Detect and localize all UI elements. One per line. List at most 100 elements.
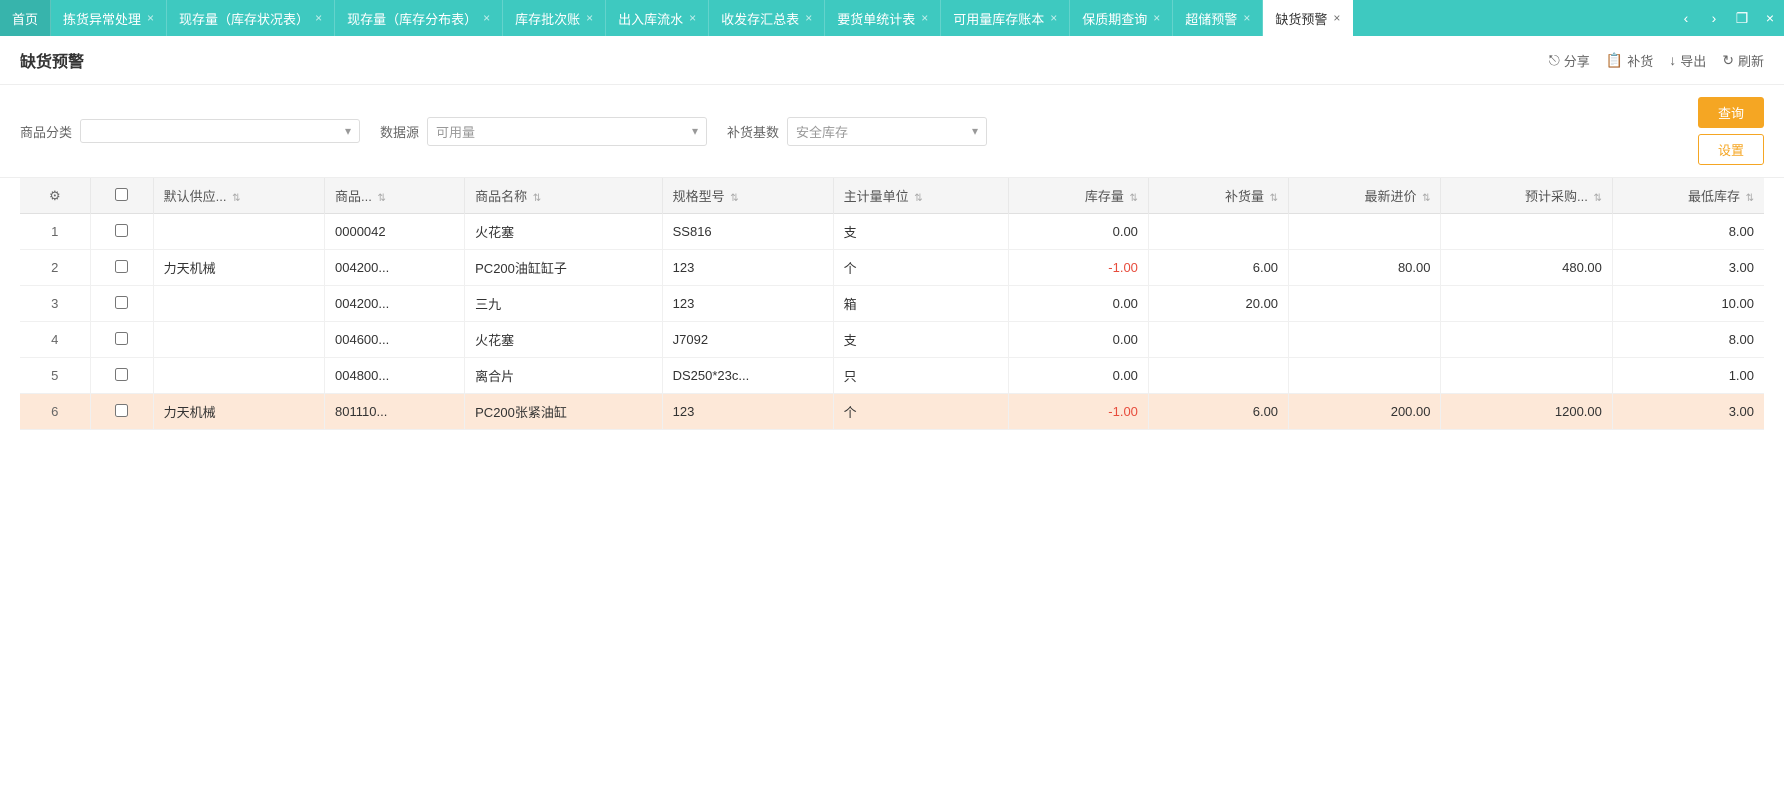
row-checkbox[interactable]: [115, 368, 128, 381]
row-checkbox[interactable]: [115, 296, 128, 309]
cell-min-stock: 8.00: [1612, 214, 1764, 250]
th-stock-label: 库存量: [1085, 189, 1124, 204]
tab-close-order-stat[interactable]: ×: [921, 11, 928, 25]
tab-item-order-stat[interactable]: 要货单统计表 ×: [825, 0, 941, 36]
th-unit[interactable]: 主计量单位 ⇅: [833, 178, 1008, 214]
cell-name: PC200油缸缸子: [465, 250, 662, 286]
th-checkbox[interactable]: [90, 178, 153, 214]
cell-stock: 0.00: [1008, 322, 1148, 358]
category-select[interactable]: ▾: [80, 119, 360, 143]
th-est-purchase-label: 预计采购...: [1525, 189, 1588, 204]
tab-close-abnormal[interactable]: ×: [147, 11, 154, 25]
replenish-icon: 📋: [1606, 52, 1623, 69]
refresh-icon: ↻: [1722, 52, 1734, 69]
tab-label-order-stat: 要货单统计表: [837, 9, 915, 28]
cell-stock: -1.00: [1008, 394, 1148, 430]
cell-num: 1: [20, 214, 90, 250]
cell-min-stock: 8.00: [1612, 322, 1764, 358]
tab-scroll-left[interactable]: ‹: [1672, 0, 1700, 36]
cell-checkbox[interactable]: [90, 250, 153, 286]
cell-num: 5: [20, 358, 90, 394]
tab-close-shortage[interactable]: ×: [1333, 11, 1340, 25]
tab-item-overstock[interactable]: 超储预警×: [1173, 0, 1263, 36]
tab-label-available-ledger: 可用量库存账本: [953, 9, 1044, 28]
cell-supplier: [153, 358, 324, 394]
share-label: 分享: [1564, 51, 1590, 70]
th-latest-price[interactable]: 最新进价 ⇅: [1289, 178, 1441, 214]
datasource-select[interactable]: 可用量 ▾: [427, 117, 707, 146]
tab-close-expiry[interactable]: ×: [1153, 11, 1160, 25]
table-row: 4004600...火花塞J7092支0.008.00: [20, 322, 1764, 358]
th-code-label: 商品...: [335, 189, 372, 204]
row-checkbox[interactable]: [115, 260, 128, 273]
cell-name: 火花塞: [465, 322, 662, 358]
tab-item-shortage[interactable]: 缺货预警×: [1263, 0, 1353, 36]
th-min-stock[interactable]: 最低库存 ⇅: [1612, 178, 1764, 214]
row-checkbox[interactable]: [115, 404, 128, 417]
tab-scroll-right[interactable]: ›: [1700, 0, 1728, 36]
datasource-dropdown-icon: ▾: [692, 124, 698, 138]
window-close-btn[interactable]: ×: [1756, 0, 1784, 36]
query-button[interactable]: 查询: [1698, 97, 1764, 128]
row-checkbox[interactable]: [115, 224, 128, 237]
cell-supplier: 力天机械: [153, 394, 324, 430]
tab-item-home[interactable]: 首页: [0, 0, 51, 36]
cell-min-stock: 3.00: [1612, 394, 1764, 430]
cell-stock: 0.00: [1008, 286, 1148, 322]
th-code[interactable]: 商品... ⇅: [325, 178, 465, 214]
filter-bar: 商品分类 ▾ 数据源 可用量 ▾ 补货基数 安全库存 ▾ 查询: [0, 85, 1784, 178]
cell-checkbox[interactable]: [90, 394, 153, 430]
cell-code: 004800...: [325, 358, 465, 394]
gear-icon: ⚙: [49, 188, 61, 203]
tab-close-receive-summary[interactable]: ×: [805, 11, 812, 25]
tab-item-available-ledger[interactable]: 可用量库存账本 ×: [941, 0, 1070, 36]
th-code-sort-icon: ⇅: [377, 193, 385, 204]
cell-est-purchase: [1441, 358, 1612, 394]
page-title: 缺货预警: [20, 48, 1549, 72]
tab-item-abnormal[interactable]: 拣货异常处理 ×: [51, 0, 167, 36]
cell-name: 三九: [465, 286, 662, 322]
cell-checkbox[interactable]: [90, 358, 153, 394]
datasource-select-value: 可用量: [436, 122, 475, 141]
cell-unit: 支: [833, 322, 1008, 358]
th-replenish[interactable]: 补货量 ⇅: [1148, 178, 1288, 214]
th-name[interactable]: 商品名称 ⇅: [465, 178, 662, 214]
th-spec[interactable]: 规格型号 ⇅: [662, 178, 833, 214]
share-action[interactable]: ⎋ 分享: [1549, 51, 1590, 70]
tab-item-expiry[interactable]: 保质期查询×: [1070, 0, 1173, 36]
tab-close-overstock[interactable]: ×: [1243, 11, 1250, 25]
tab-item-receive-summary[interactable]: 收发存汇总表×: [709, 0, 825, 36]
tab-item-inout-flow[interactable]: 出入库流水×: [606, 0, 709, 36]
tab-item-stock-dist[interactable]: 现存量（库存分布表）×: [335, 0, 503, 36]
replenish-base-select[interactable]: 安全库存 ▾: [787, 117, 987, 146]
th-gear[interactable]: ⚙: [20, 178, 90, 214]
th-supplier[interactable]: 默认供应... ⇅: [153, 178, 324, 214]
filter-buttons: 查询 设置: [1698, 97, 1764, 165]
cell-est-purchase: [1441, 214, 1612, 250]
cell-unit: 箱: [833, 286, 1008, 322]
row-checkbox[interactable]: [115, 332, 128, 345]
refresh-action[interactable]: ↻ 刷新: [1722, 51, 1764, 70]
cell-code: 0000042: [325, 214, 465, 250]
th-stock[interactable]: 库存量 ⇅: [1008, 178, 1148, 214]
tab-close-stock-status[interactable]: ×: [315, 11, 322, 25]
settings-button[interactable]: 设置: [1698, 134, 1764, 165]
th-spec-label: 规格型号: [673, 189, 725, 204]
cell-supplier: [153, 322, 324, 358]
tab-close-batch-ledger[interactable]: ×: [586, 11, 593, 25]
tab-close-inout-flow[interactable]: ×: [689, 11, 696, 25]
cell-latest-price: [1289, 322, 1441, 358]
replenish-action[interactable]: 📋 补货: [1606, 51, 1653, 70]
window-restore-btn[interactable]: ❐: [1728, 0, 1756, 36]
cell-checkbox[interactable]: [90, 322, 153, 358]
th-est-purchase[interactable]: 预计采购... ⇅: [1441, 178, 1612, 214]
export-action[interactable]: ↓ 导出: [1669, 51, 1706, 70]
cell-checkbox[interactable]: [90, 286, 153, 322]
tab-label-abnormal: 拣货异常处理: [63, 9, 141, 28]
select-all-checkbox[interactable]: [115, 188, 128, 201]
tab-item-stock-status[interactable]: 现存量（库存状况表）×: [167, 0, 335, 36]
tab-close-stock-dist[interactable]: ×: [483, 11, 490, 25]
tab-close-available-ledger[interactable]: ×: [1050, 11, 1057, 25]
cell-checkbox[interactable]: [90, 214, 153, 250]
tab-item-batch-ledger[interactable]: 库存批次账×: [503, 0, 606, 36]
